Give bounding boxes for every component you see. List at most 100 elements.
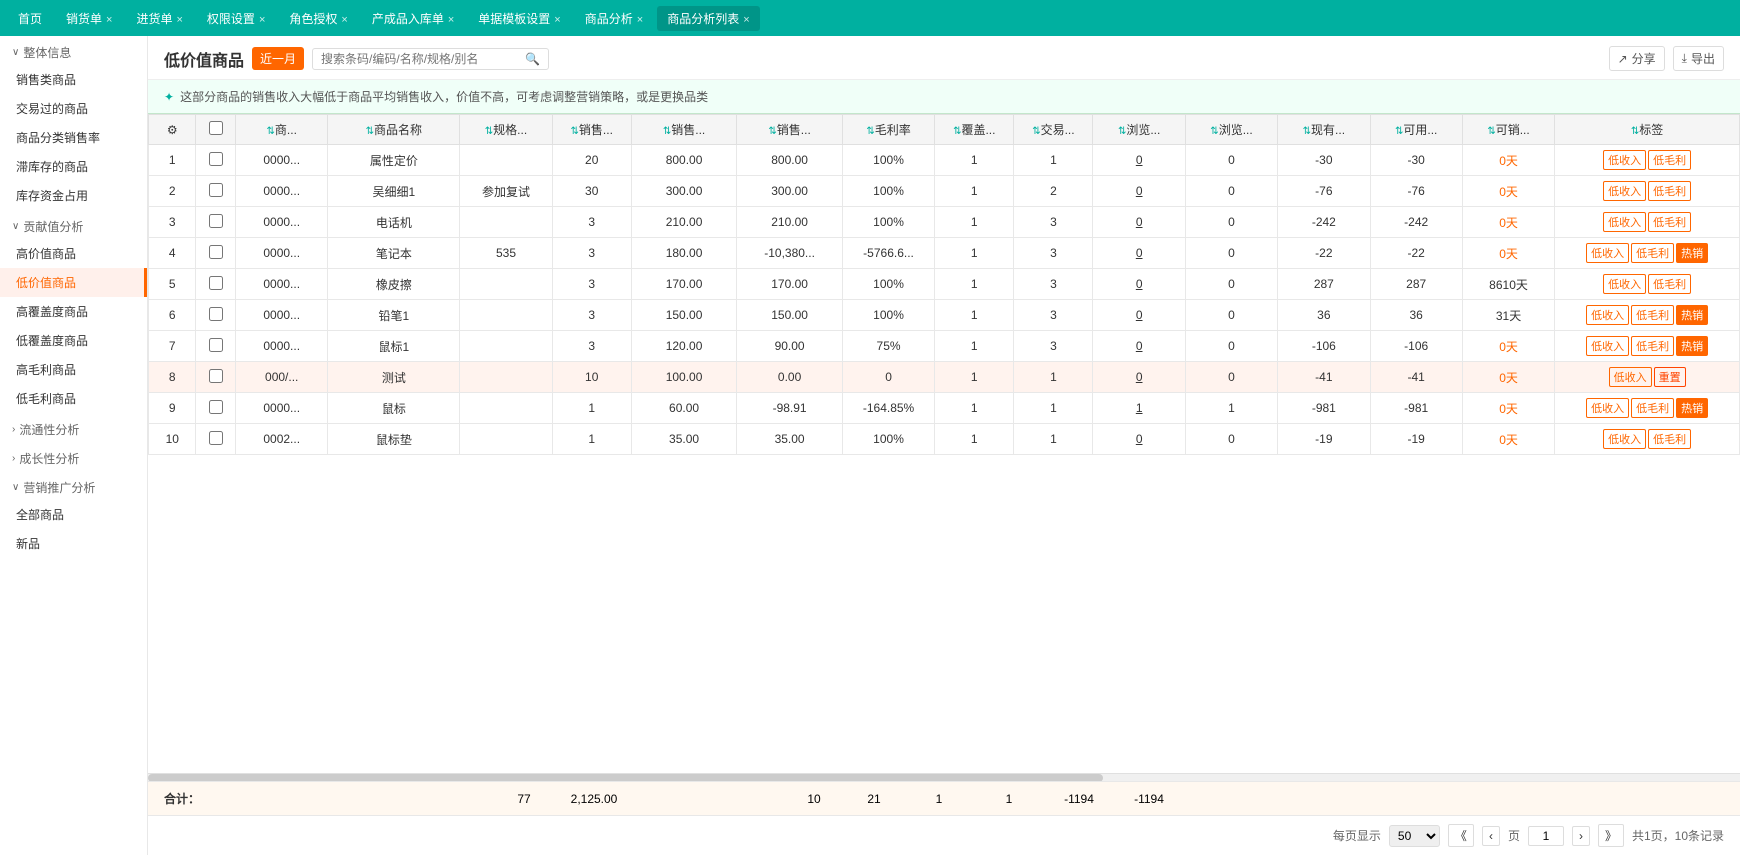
nav-tab-analysis-list[interactable]: 商品分析列表× [657,6,759,31]
nav-tab-sales[interactable]: 销货单× [56,6,122,31]
cell-check[interactable] [196,362,236,393]
col-name[interactable]: ⇅商品名称 [328,115,460,145]
cell-check[interactable] [196,145,236,176]
col-stock1[interactable]: ⇅现有... [1278,115,1370,145]
sidebar-group-flow[interactable]: › 流通性分析 [0,413,147,442]
sidebar-item-new-goods[interactable]: 新品 [0,529,147,558]
col-sale-profit[interactable]: ⇅销售... [737,115,843,145]
table-row: 9 0000... 鼠标 1 60.00 -98.91 -164.85% 1 1… [149,393,1740,424]
export-button[interactable]: ⤓ 导出 [1673,46,1724,71]
sidebar-item-category-sales[interactable]: 商品分类销售率 [0,123,147,152]
row-checkbox[interactable] [209,431,223,445]
sidebar-group-marketing[interactable]: ∨ 营销推广分析 [0,471,147,500]
select-all-checkbox[interactable] [209,121,223,135]
col-sale-amt[interactable]: ⇅销售... [631,115,737,145]
cell-browse1[interactable]: 0 [1093,176,1185,207]
sidebar-item-high-value[interactable]: 高价值商品 [0,239,147,268]
row-checkbox[interactable] [209,338,223,352]
prev-page-button[interactable]: ‹ [1482,826,1500,846]
sidebar-item-low-coverage[interactable]: 低覆盖度商品 [0,326,147,355]
sidebar-item-high-coverage[interactable]: 高覆盖度商品 [0,297,147,326]
nav-tab-product[interactable]: 产成品入库单× [362,6,464,31]
sidebar-item-traded-goods[interactable]: 交易过的商品 [0,94,147,123]
cell-check[interactable] [196,331,236,362]
cell-browse1[interactable]: 0 [1093,331,1185,362]
nav-tab-analysis[interactable]: 商品分析× [575,6,653,31]
browse-link[interactable]: 0 [1136,277,1143,291]
sidebar-item-inventory-capital[interactable]: 库存资金占用 [0,181,147,210]
cell-browse1[interactable]: 0 [1093,269,1185,300]
row-checkbox[interactable] [209,245,223,259]
row-checkbox[interactable] [209,214,223,228]
browse-link[interactable]: 0 [1136,370,1143,384]
sidebar-item-high-profit[interactable]: 高毛利商品 [0,355,147,384]
col-sale-qty[interactable]: ⇅销售... [552,115,631,145]
cell-check[interactable] [196,300,236,331]
col-check[interactable] [196,115,236,145]
row-checkbox[interactable] [209,400,223,414]
browse-link[interactable]: 0 [1136,184,1143,198]
col-spec[interactable]: ⇅规格... [460,115,552,145]
cell-browse1[interactable]: 1 [1093,393,1185,424]
page-size-select[interactable]: 50 20 100 [1389,825,1440,847]
col-settings[interactable]: ⚙ [149,115,196,145]
browse-link[interactable]: 0 [1136,308,1143,322]
cell-browse1[interactable]: 0 [1093,207,1185,238]
sidebar-group-growth[interactable]: › 成长性分析 [0,442,147,471]
browse-link[interactable]: 0 [1136,339,1143,353]
browse-link[interactable]: 0 [1136,215,1143,229]
col-browse2[interactable]: ⇅浏览... [1185,115,1277,145]
horizontal-scrollbar[interactable] [148,773,1740,781]
col-stock2[interactable]: ⇅可用... [1370,115,1462,145]
cell-browse1[interactable]: 0 [1093,145,1185,176]
col-browse1[interactable]: ⇅浏览... [1093,115,1185,145]
nav-tab-role[interactable]: 角色授权× [279,6,357,31]
cell-check[interactable] [196,393,236,424]
nav-tab-template[interactable]: 单据模板设置× [468,6,570,31]
row-checkbox[interactable] [209,276,223,290]
browse-link[interactable]: 0 [1136,153,1143,167]
browse-link[interactable]: 0 [1136,246,1143,260]
sidebar-item-stagnant-goods[interactable]: 滞库存的商品 [0,152,147,181]
cell-sale-qty: 1 [552,424,631,455]
browse-link[interactable]: 1 [1136,401,1143,415]
row-checkbox[interactable] [209,369,223,383]
cell-check[interactable] [196,207,236,238]
share-button[interactable]: ↗ 分享 [1609,46,1665,71]
sidebar-item-low-value[interactable]: 低价值商品 [0,268,147,297]
col-gross-margin[interactable]: ⇅毛利率 [842,115,934,145]
col-trade[interactable]: ⇅交易... [1014,115,1093,145]
cell-browse1[interactable]: 0 [1093,362,1185,393]
row-checkbox[interactable] [209,307,223,321]
nav-tab-purchase[interactable]: 进货单× [126,6,192,31]
sidebar-group-contribution[interactable]: ∨ 贡献值分析 [0,210,147,239]
nav-tab-permission[interactable]: 权限设置× [197,6,275,31]
last-page-button[interactable]: 》 [1598,824,1624,847]
first-page-button[interactable]: 《 [1448,824,1474,847]
sidebar-item-all-goods[interactable]: 全部商品 [0,500,147,529]
next-page-button[interactable]: › [1572,826,1590,846]
row-checkbox[interactable] [209,152,223,166]
col-sale-days[interactable]: ⇅可销... [1462,115,1554,145]
search-icon[interactable]: 🔍 [525,52,540,66]
nav-tab-home[interactable]: 首页 [8,6,52,31]
cell-browse1[interactable]: 0 [1093,424,1185,455]
cell-check[interactable] [196,424,236,455]
filter-button[interactable]: 近一月 [252,47,304,70]
sidebar-group-overview[interactable]: ∨ 整体信息 [0,36,147,65]
row-checkbox[interactable] [209,183,223,197]
page-number-input[interactable] [1528,826,1564,846]
col-code[interactable]: ⇅商... [236,115,328,145]
cell-check[interactable] [196,176,236,207]
col-cover[interactable]: ⇅覆盖... [935,115,1014,145]
cell-check[interactable] [196,238,236,269]
cell-browse1[interactable]: 0 [1093,238,1185,269]
search-input[interactable] [321,52,521,66]
cell-browse1[interactable]: 0 [1093,300,1185,331]
col-tags[interactable]: ⇅标签 [1555,115,1740,145]
browse-link[interactable]: 0 [1136,432,1143,446]
sidebar-item-low-profit[interactable]: 低毛利商品 [0,384,147,413]
cell-check[interactable] [196,269,236,300]
table-container[interactable]: ⚙ ⇅商... ⇅商品名称 ⇅规格... ⇅销售... ⇅销售... ⇅销售..… [148,114,1740,773]
sidebar-item-sales-goods[interactable]: 销售类商品 [0,65,147,94]
